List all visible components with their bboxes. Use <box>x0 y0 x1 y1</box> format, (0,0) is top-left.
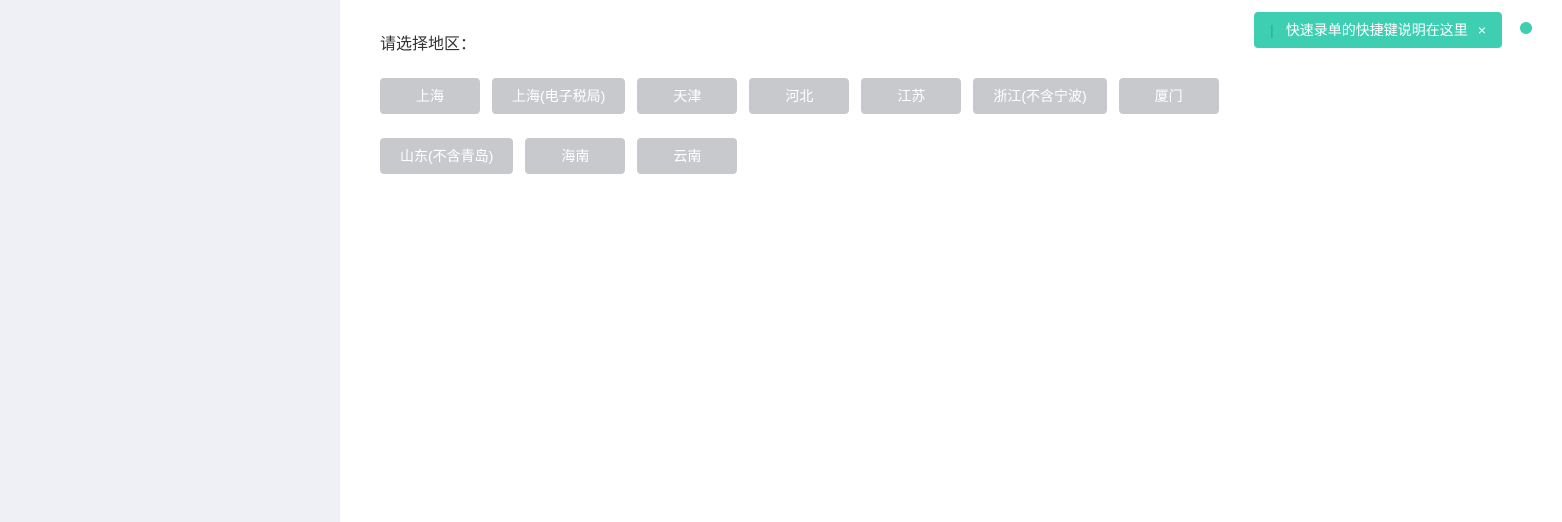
region-button-hebei[interactable]: 河北 <box>749 78 849 114</box>
tooltip-dot <box>1520 22 1532 34</box>
tooltip-banner: 快速录单的快捷键说明在这里 × <box>1254 12 1502 48</box>
region-button-yunnan[interactable]: 云南 <box>637 138 737 174</box>
region-button-xiamen[interactable]: 厦门 <box>1119 78 1219 114</box>
region-row-2: 山东(不含青岛) 海南云南 <box>380 138 737 174</box>
region-button-shanghai-etax[interactable]: 上海(电子税局) <box>492 78 625 114</box>
tooltip-text: 快速录单的快捷键说明在这里 <box>1286 20 1468 40</box>
tooltip-close-button[interactable]: × <box>1478 22 1486 38</box>
region-button-jiangsu[interactable]: 江苏 <box>861 78 961 114</box>
left-panel <box>0 0 340 522</box>
region-buttons: 上海上海(电子税局) 天津河北江苏浙江(不含宁波) 厦门 山东(不含青岛) 海南云南 <box>380 78 1522 174</box>
region-button-zhejiang[interactable]: 浙江(不含宁波) <box>973 78 1106 114</box>
main-content: 请选择地区： 上海上海(电子税局)天津河北江苏浙江(不含宁波)厦门 山东(不含青… <box>340 0 1562 522</box>
region-button-shanghai[interactable]: 上海 <box>380 78 480 114</box>
region-button-hainan[interactable]: 海南 <box>525 138 625 174</box>
region-button-tianjin[interactable]: 天津 <box>637 78 737 114</box>
region-button-shandong[interactable]: 山东(不含青岛) <box>380 138 513 174</box>
region-row-1: 上海上海(电子税局) 天津河北江苏浙江(不含宁波) 厦门 <box>380 78 1219 114</box>
